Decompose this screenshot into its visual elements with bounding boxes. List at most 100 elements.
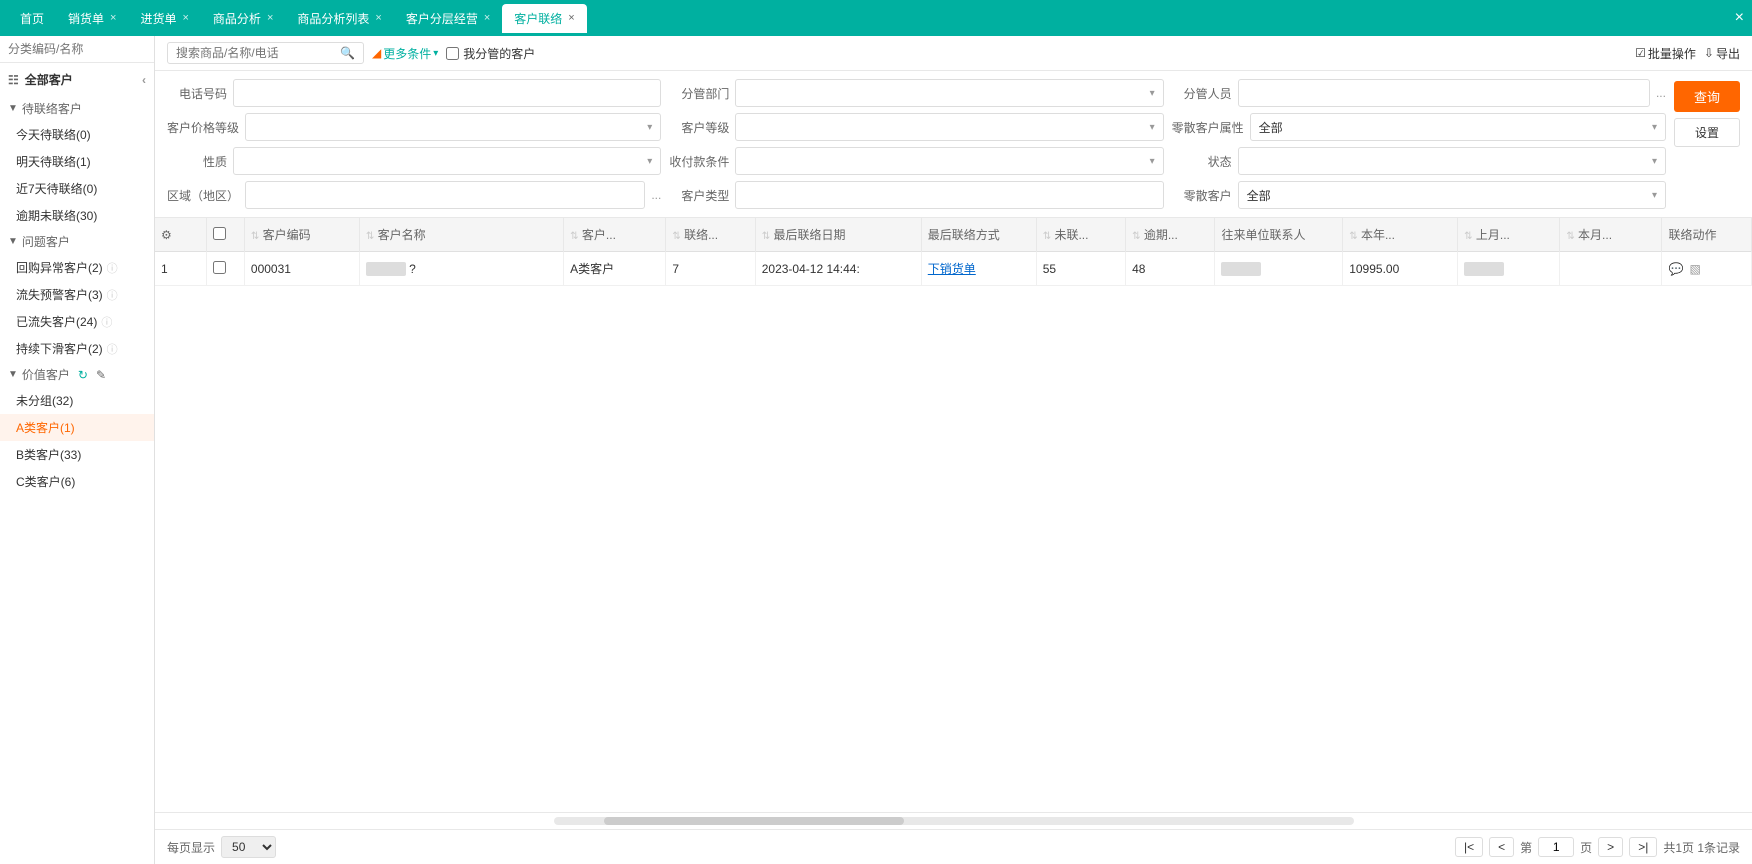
sidebar-item-unclassified[interactable]: 未分组(32): [0, 387, 154, 414]
prev-page-button[interactable]: <: [1489, 837, 1514, 857]
my-customers-check[interactable]: [446, 47, 459, 60]
th-this-month[interactable]: ⇅ 本月...: [1560, 218, 1662, 252]
cust-level-select[interactable]: ▾: [735, 113, 1163, 141]
person-input[interactable]: [1238, 79, 1650, 107]
sort-icon: ⇅: [1566, 231, 1574, 242]
query-button[interactable]: 查询: [1674, 81, 1740, 112]
filter-retail: 零散客户 全部 ▾: [1172, 181, 1666, 209]
sidebar-item-overdue[interactable]: 逾期未联络(30): [0, 202, 154, 229]
status-select[interactable]: ▾: [1238, 147, 1666, 175]
more-dots-icon[interactable]: ...: [1656, 86, 1666, 100]
data-table-wrapper: ⚙ ⇅ 客户编码 ⇅ 客户名称: [155, 218, 1752, 812]
refresh-icon[interactable]: ↻: [78, 368, 88, 382]
th-no-contact[interactable]: ⇅ 未联...: [1036, 218, 1125, 252]
last-way-link[interactable]: 下销货单: [928, 262, 976, 276]
retail-attr-select[interactable]: 全部 ▾: [1250, 113, 1666, 141]
close-icon[interactable]: ×: [375, 12, 381, 24]
close-icon[interactable]: ×: [568, 12, 574, 24]
th-last-way[interactable]: 最后联络方式: [921, 218, 1036, 252]
th-code[interactable]: ⇅ 客户编码: [244, 218, 359, 252]
arrow-icon: ▼: [8, 103, 18, 114]
per-page-select[interactable]: 50 100 200: [221, 836, 276, 858]
th-overdue[interactable]: ⇅ 逾期...: [1126, 218, 1215, 252]
qr-icon[interactable]: ▧: [1689, 262, 1700, 276]
page-number-input[interactable]: [1538, 837, 1574, 857]
cell-contact: 7: [666, 252, 755, 286]
th-last-month[interactable]: ⇅ 上月...: [1458, 218, 1560, 252]
row-checkbox[interactable]: [213, 261, 226, 274]
sidebar-item-class-c[interactable]: C类客户(6): [0, 468, 154, 495]
collapse-icon[interactable]: ‹: [142, 73, 146, 87]
chevron-down-icon: ▾: [433, 48, 438, 59]
next-page-button[interactable]: >: [1598, 837, 1623, 857]
th-last-date[interactable]: ⇅ 最后联络日期: [755, 218, 921, 252]
price-level-select[interactable]: ▾: [245, 113, 661, 141]
search-icon[interactable]: 🔍: [340, 46, 355, 60]
horizontal-scrollbar[interactable]: [155, 812, 1752, 829]
sidebar-item-lost[interactable]: 已流失客户(24) ⓘ: [0, 308, 154, 335]
th-this-year[interactable]: ⇅ 本年...: [1343, 218, 1458, 252]
dropdown-icon: ▾: [647, 122, 652, 133]
sidebar-item-lost-warning[interactable]: 流失预警客户(3) ⓘ: [0, 281, 154, 308]
payment-select[interactable]: ▾: [735, 147, 1163, 175]
dept-select[interactable]: ▾: [735, 79, 1163, 107]
close-icon[interactable]: ×: [267, 12, 273, 24]
dropdown-icon: ▾: [1150, 156, 1155, 167]
nav-tab-purchase[interactable]: 进货单 ×: [128, 4, 200, 33]
filter-nature: 性质 ▾: [167, 147, 661, 175]
sidebar-item-tomorrow[interactable]: 明天待联络(1): [0, 148, 154, 175]
scrollbar-track[interactable]: [554, 817, 1354, 825]
sidebar-item-7days[interactable]: 近7天待联络(0): [0, 175, 154, 202]
nav-tab-customer-tier[interactable]: 客户分层经营 ×: [394, 4, 502, 33]
nature-select[interactable]: ▾: [233, 147, 661, 175]
section-pending-contact[interactable]: ▼ 待联络客户: [0, 96, 154, 121]
section-value-customers[interactable]: ▼ 价值客户 ↻ ✎: [0, 362, 154, 387]
sidebar-item-repurchase-abnormal[interactable]: 回购异常客户(2) ⓘ: [0, 254, 154, 281]
sidebar-search-input[interactable]: [8, 42, 155, 56]
th-type[interactable]: ⇅ 客户...: [564, 218, 666, 252]
th-contact[interactable]: ⇅ 联络...: [666, 218, 755, 252]
settings-button[interactable]: 设置: [1674, 118, 1740, 147]
close-icon[interactable]: ×: [484, 12, 490, 24]
cust-type-input[interactable]: [735, 181, 1163, 209]
dropdown-icon: ▾: [1150, 122, 1155, 133]
batch-ops-button[interactable]: ☑ 批量操作: [1635, 45, 1696, 62]
nav-tab-home[interactable]: 首页: [8, 4, 56, 33]
export-button[interactable]: ⇩ 导出: [1704, 45, 1740, 62]
settings-icon[interactable]: ⚙: [161, 228, 172, 242]
more-dots-icon[interactable]: ...: [651, 188, 661, 202]
cell-this-month: [1560, 252, 1662, 286]
nav-tab-product-list[interactable]: 商品分析列表 ×: [285, 4, 393, 33]
th-person[interactable]: 往来单位联系人: [1215, 218, 1343, 252]
th-name[interactable]: ⇅ 客户名称: [359, 218, 563, 252]
sidebar-item-class-a[interactable]: A类客户(1): [0, 414, 154, 441]
nav-tab-customer-contact[interactable]: 客户联络 ×: [502, 4, 586, 33]
edit-icon[interactable]: ✎: [96, 368, 106, 382]
sidebar-item-class-b[interactable]: B类客户(33): [0, 441, 154, 468]
sidebar-all-customers[interactable]: ☷ 全部客户 ‹: [0, 63, 154, 96]
last-page-button[interactable]: >|: [1629, 837, 1657, 857]
close-icon[interactable]: ×: [182, 12, 188, 24]
phone-input[interactable]: [233, 79, 661, 107]
window-close-button[interactable]: ×: [1735, 9, 1744, 27]
info-icon: ⓘ: [107, 260, 118, 276]
sidebar-item-today[interactable]: 今天待联络(0): [0, 121, 154, 148]
region-input[interactable]: [245, 181, 645, 209]
close-icon[interactable]: ×: [110, 12, 116, 24]
retail-select[interactable]: 全部 ▾: [1238, 181, 1666, 209]
more-conditions-button[interactable]: ◢ 更多条件 ▾: [372, 45, 438, 62]
chat-icon[interactable]: 💬: [1668, 262, 1683, 276]
nav-tab-sales[interactable]: 销货单 ×: [56, 4, 128, 33]
filter-row-3: 性质 ▾ 收付款条件 ▾ 状态: [167, 147, 1666, 175]
main-layout: 🔍 ☷ 全部客户 ‹ ▼ 待联络客户 今天待联络(0) 明天待联络(1) 近7天…: [0, 36, 1752, 864]
nav-tab-product-analysis[interactable]: 商品分析 ×: [201, 4, 285, 33]
select-all-checkbox[interactable]: [213, 227, 226, 240]
section-problem-customers[interactable]: ▼ 问题客户: [0, 229, 154, 254]
sidebar-item-declining[interactable]: 持续下滑客户(2) ⓘ: [0, 335, 154, 362]
th-settings[interactable]: ⚙: [155, 218, 206, 252]
search-input[interactable]: [176, 46, 336, 60]
batch-icon: ☑: [1635, 46, 1646, 60]
first-page-button[interactable]: |<: [1455, 837, 1483, 857]
scrollbar-thumb[interactable]: [604, 817, 904, 825]
filter-bar: 🔍 ◢ 更多条件 ▾ 我分管的客户 ☑ 批量操作 ⇩ 导出: [155, 36, 1752, 71]
